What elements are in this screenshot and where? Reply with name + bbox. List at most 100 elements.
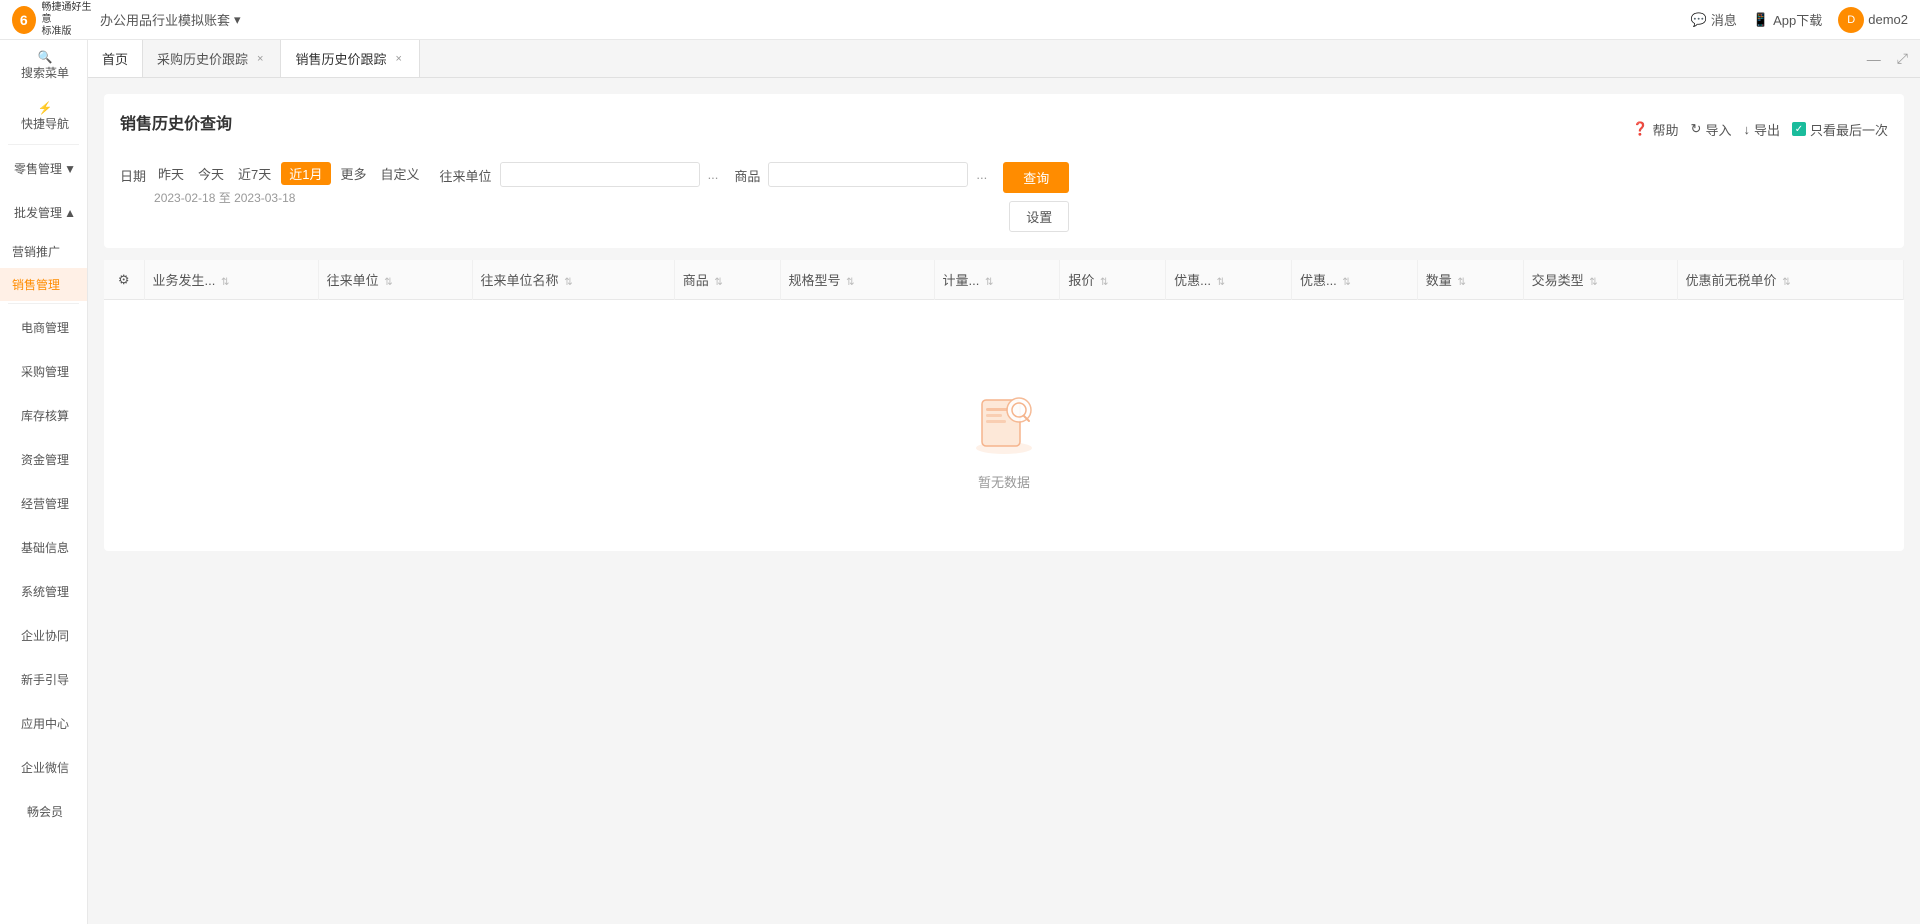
help-icon: ❓ <box>1632 121 1648 137</box>
date-option-last7[interactable]: 近7天 <box>234 162 275 185</box>
minimize-button[interactable]: — <box>1863 49 1885 69</box>
maximize-button[interactable]: ⤢ <box>1893 48 1912 69</box>
column-price[interactable]: 报价 ⇅ <box>1060 260 1166 300</box>
sidebar-item-finance[interactable]: 资金管理 <box>0 438 87 482</box>
search-icon: 🔍 <box>38 50 53 66</box>
tab-purchase-history[interactable]: 采购历史价跟踪 × <box>143 40 281 77</box>
date-option-yesterday[interactable]: 昨天 <box>154 162 188 185</box>
sidebar-item-wholesale[interactable]: 批发管理 ▲ <box>0 191 87 235</box>
column-trade-type[interactable]: 交易类型 ⇅ <box>1523 260 1677 300</box>
date-label: 日期 <box>120 162 146 185</box>
collapse-icon: ▼ <box>64 162 76 178</box>
sort-discount2-icon: ⇅ <box>1342 277 1350 288</box>
content-area: 首页 采购历史价跟踪 × 销售历史价跟踪 × — ⤢ 销售历史价查询 <box>88 40 1920 924</box>
sidebar-item-basic[interactable]: 基础信息 <box>0 526 87 570</box>
sidebar-item-newbie[interactable]: 新手引导 <box>0 658 87 702</box>
table-card: ⚙ 业务发生... ⇅ 往来单位 ⇅ <box>104 260 1904 551</box>
only-last-checkbox[interactable]: ✓ <box>1792 122 1806 136</box>
sort-discount1-icon: ⇅ <box>1217 277 1225 288</box>
sidebar-item-apps[interactable]: 应用中心 <box>0 702 87 746</box>
expand-icon: ▲ <box>64 206 76 222</box>
gear-icon[interactable]: ⚙ <box>118 272 130 287</box>
help-button[interactable]: ❓ 帮助 <box>1632 120 1678 139</box>
sort-trade-type-icon: ⇅ <box>1589 277 1597 288</box>
product-filter-group: 商品 ... <box>734 162 987 187</box>
column-discount2[interactable]: 优惠... ⇅ <box>1291 260 1417 300</box>
user-menu[interactable]: D demo2 <box>1838 7 1908 33</box>
only-last-checkbox-group[interactable]: ✓ 只看最后一次 <box>1792 120 1888 139</box>
date-option-today[interactable]: 今天 <box>194 162 228 185</box>
app-download-button[interactable]: 📱 App下载 <box>1753 10 1822 29</box>
sort-unit-icon: ⇅ <box>985 277 993 288</box>
avatar: D <box>1838 7 1864 33</box>
sidebar-item-system[interactable]: 系统管理 <box>0 570 87 614</box>
customer-input-group: ... <box>500 162 719 187</box>
product-picker-button[interactable]: ... <box>976 167 987 182</box>
sort-price-icon: ⇅ <box>1100 277 1108 288</box>
sidebar-item-ecommerce[interactable]: 电商管理 <box>0 306 87 350</box>
page-title: 销售历史价查询 <box>120 110 232 134</box>
close-purchase-history-tab[interactable]: × <box>254 52 266 66</box>
tab-home[interactable]: 首页 <box>88 40 143 77</box>
product-input-group: ... <box>768 162 987 187</box>
close-sales-history-tab[interactable]: × <box>392 52 404 66</box>
topbar: 6 畅捷通好生意 标准版 办公用品行业模拟账套 ▾ 💬 消息 📱 App下载 D… <box>0 0 1920 40</box>
column-product[interactable]: 商品 ⇅ <box>674 260 780 300</box>
customer-label: 往来单位 <box>440 162 492 185</box>
topbar-left: 6 畅捷通好生意 标准版 办公用品行业模拟账套 ▾ <box>12 2 241 38</box>
tab-bar: 首页 采购历史价跟踪 × 销售历史价跟踪 × — ⤢ <box>88 40 1920 78</box>
column-unit[interactable]: 计量... ⇅ <box>934 260 1060 300</box>
column-discount1[interactable]: 优惠... ⇅ <box>1166 260 1292 300</box>
query-button[interactable]: 查询 <box>1003 162 1069 193</box>
sidebar-item-enterprise[interactable]: 企业协同 <box>0 614 87 658</box>
product-input[interactable] <box>768 162 968 187</box>
empty-illustration <box>964 380 1044 460</box>
table-wrapper: ⚙ 业务发生... ⇅ 往来单位 ⇅ <box>104 260 1904 300</box>
column-unit-code[interactable]: 往来单位 ⇅ <box>318 260 472 300</box>
logo-icon: 6 <box>12 6 36 34</box>
sidebar-subitem-sales[interactable]: 销售管理 <box>0 268 87 301</box>
message-button[interactable]: 💬 消息 <box>1691 10 1737 29</box>
sidebar-item-inventory[interactable]: 库存核算 <box>0 394 87 438</box>
date-option-last1m[interactable]: 近1月 <box>281 162 330 185</box>
column-quantity[interactable]: 数量 ⇅ <box>1417 260 1523 300</box>
customer-picker-button[interactable]: ... <box>708 167 719 182</box>
sidebar-item-search[interactable]: 🔍 搜索菜单 <box>0 40 87 91</box>
date-option-custom[interactable]: 自定义 <box>377 162 424 185</box>
date-option-more[interactable]: 更多 <box>337 162 371 185</box>
date-options: 昨天 今天 近7天 近1月 更多 自定义 <box>154 162 424 185</box>
customer-input[interactable] <box>500 162 700 187</box>
import-button[interactable]: ↻ 导入 <box>1691 120 1732 139</box>
settings-button[interactable]: 设置 <box>1009 201 1069 232</box>
sidebar-divider-1 <box>8 144 79 145</box>
sidebar-item-wechat[interactable]: 企业微信 <box>0 746 87 790</box>
column-spec[interactable]: 规格型号 ⇅ <box>780 260 934 300</box>
sidebar-subitem-marketing[interactable]: 营销推广 <box>0 235 87 268</box>
download-icon: 📱 <box>1753 12 1769 28</box>
tab-bar-actions: — ⤢ <box>1863 48 1920 69</box>
chevron-down-icon: ▾ <box>234 12 241 28</box>
sidebar-item-quick[interactable]: ⚡ 快捷导航 <box>0 91 87 142</box>
sidebar-item-purchase[interactable]: 采购管理 <box>0 350 87 394</box>
page-title-row: 销售历史价查询 ❓ 帮助 ↻ 导入 ↓ 导出 <box>120 110 1888 148</box>
sort-pretax-price-icon: ⇅ <box>1782 277 1790 288</box>
column-unit-name[interactable]: 往来单位名称 ⇅ <box>472 260 674 300</box>
sort-biz-date-icon: ⇅ <box>221 277 229 288</box>
export-icon: ↓ <box>1743 122 1750 137</box>
column-gear[interactable]: ⚙ <box>104 260 144 300</box>
sort-unit-code-icon: ⇅ <box>384 277 392 288</box>
filter-row: 日期 昨天 今天 近7天 近1月 更多 自定义 2023-02-18 至 202… <box>120 162 1888 232</box>
date-filter-group: 日期 昨天 今天 近7天 近1月 更多 自定义 2023-02-18 至 202… <box>120 162 424 206</box>
topbar-dropdown[interactable]: 办公用品行业模拟账套 ▾ <box>100 10 241 29</box>
column-pretax-price[interactable]: 优惠前无税单价 ⇅ <box>1677 260 1903 300</box>
column-biz-date[interactable]: 业务发生... ⇅ <box>144 260 318 300</box>
sidebar-item-member[interactable]: 畅会员 <box>0 790 87 834</box>
tab-sales-history[interactable]: 销售历史价跟踪 × <box>281 40 419 77</box>
sidebar-item-retail[interactable]: 零售管理 ▼ <box>0 147 87 191</box>
customer-filter-group: 往来单位 ... <box>440 162 719 187</box>
main-layout: 🔍 搜索菜单 ⚡ 快捷导航 零售管理 ▼ 批发管理 ▲ 营销推广 销售管理 电商… <box>0 40 1920 924</box>
export-button[interactable]: ↓ 导出 <box>1743 120 1780 139</box>
quick-icon: ⚡ <box>38 101 53 117</box>
sidebar-item-operation[interactable]: 经营管理 <box>0 482 87 526</box>
logo-area: 6 畅捷通好生意 标准版 <box>12 2 92 38</box>
